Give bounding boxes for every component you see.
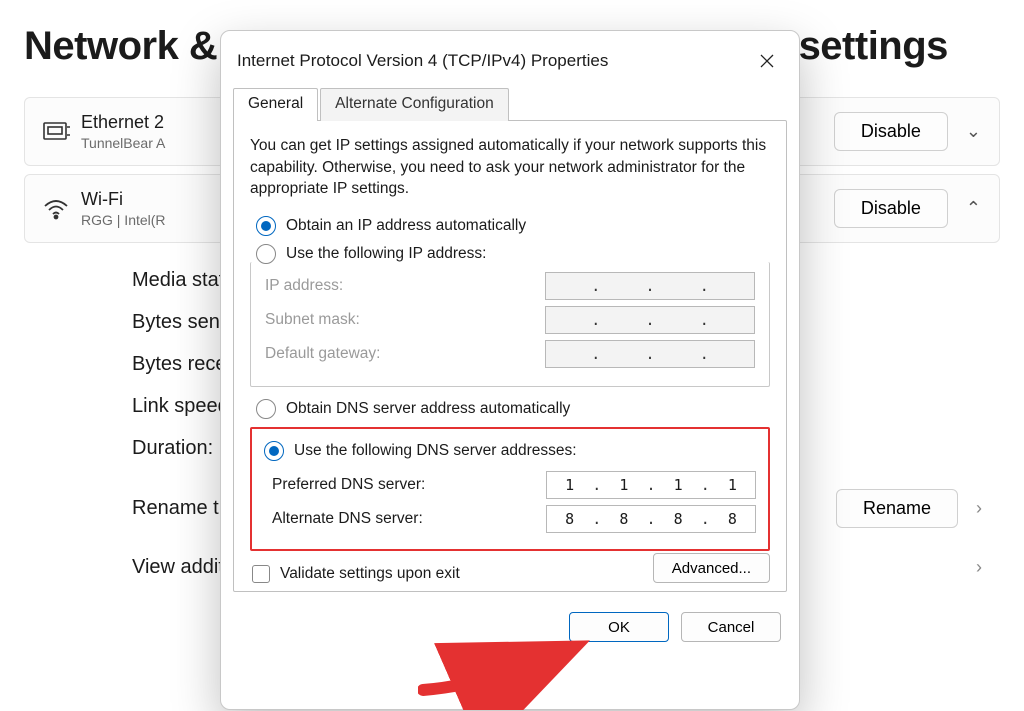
ip-fields-group: IP address: ... Subnet mask: ... Default… [250,262,770,387]
ok-button[interactable]: OK [569,612,669,642]
description-text: You can get IP settings assigned automat… [250,135,770,200]
tab-general[interactable]: General [233,88,318,121]
default-gateway-label: Default gateway: [265,345,545,363]
advanced-button[interactable]: Advanced... [653,553,770,583]
radio-icon [256,399,276,419]
radio-use-following-dns[interactable]: Use the following DNS server addresses: [264,441,756,461]
radio-label: Use the following IP address: [286,245,486,263]
wifi-icon [43,198,81,220]
validate-label: Validate settings upon exit [280,565,460,583]
chevron-right-icon: › [976,557,982,578]
subnet-mask-label: Subnet mask: [265,311,545,329]
default-gateway-input: ... [545,340,755,368]
dialog-button-bar: OK Cancel [221,602,799,642]
radio-obtain-ip-auto[interactable]: Obtain an IP address automatically [256,216,770,236]
radio-icon [256,244,276,264]
tab-pane-general: You can get IP settings assigned automat… [233,120,787,592]
ethernet-disable-button[interactable]: Disable [834,112,948,151]
chevron-up-icon[interactable]: ⌃ [966,198,981,219]
preferred-dns-label: Preferred DNS server: [264,476,546,494]
chevron-down-icon[interactable]: ⌄ [966,121,981,142]
wifi-disable-button[interactable]: Disable [834,189,948,228]
dialog-tabs: General Alternate Configuration [221,87,799,120]
rename-button[interactable]: Rename [836,489,958,528]
checkbox-icon [252,565,270,583]
ip-address-label: IP address: [265,277,545,295]
cancel-button[interactable]: Cancel [681,612,781,642]
alternate-dns-label: Alternate DNS server: [264,510,546,528]
radio-label: Obtain an IP address automatically [286,217,526,235]
radio-icon [256,216,276,236]
alternate-dns-input[interactable]: 8. 8. 8. 8 [546,505,756,533]
subnet-mask-input: ... [545,306,755,334]
radio-obtain-dns-auto[interactable]: Obtain DNS server address automatically [256,399,770,419]
dns-highlight-box: Use the following DNS server addresses: … [250,427,770,551]
radio-icon [264,441,284,461]
close-icon [760,54,774,68]
ipv4-properties-dialog: Internet Protocol Version 4 (TCP/IPv4) P… [220,30,800,710]
dialog-title: Internet Protocol Version 4 (TCP/IPv4) P… [237,51,747,71]
tab-alternate-configuration[interactable]: Alternate Configuration [320,88,509,121]
chevron-right-icon[interactable]: › [976,498,982,519]
close-button[interactable] [747,45,787,77]
preferred-dns-input[interactable]: 1. 1. 1. 1 [546,471,756,499]
radio-label: Use the following DNS server addresses: [294,442,577,460]
ip-address-input: ... [545,272,755,300]
radio-label: Obtain DNS server address automatically [286,400,570,418]
radio-use-following-ip[interactable]: Use the following IP address: [256,244,770,264]
ethernet-icon [43,120,81,144]
